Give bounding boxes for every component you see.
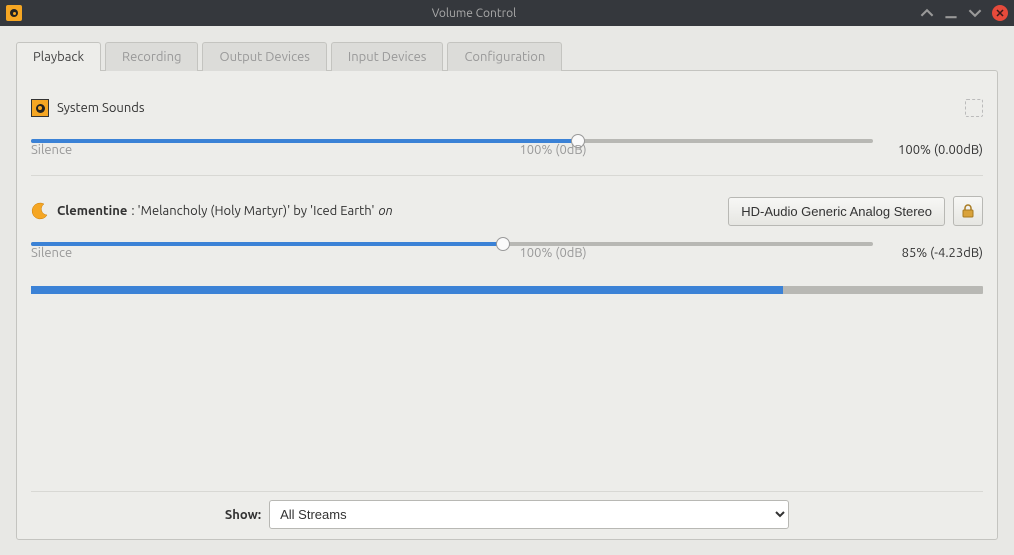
shade-icon[interactable] [920, 6, 934, 20]
center-label: 100% (0dB) [519, 143, 586, 157]
window-buttons [920, 5, 1008, 21]
titlebar: Volume Control [0, 0, 1014, 26]
track-text: : 'Melancholy (Holy Martyr)' by 'Iced Ea… [131, 204, 374, 218]
volume-readout: 85% (-4.23dB) [887, 246, 983, 260]
tab-recording[interactable]: Recording [105, 42, 198, 71]
volume-slider-row: Silence 100% (0dB) 100% (0.00dB) [31, 139, 983, 161]
tabs: Playback Recording Output Devices Input … [16, 42, 998, 71]
stream-system-sounds: System Sounds Silence 100% (0dB) 100% (0… [31, 87, 983, 176]
tab-playback[interactable]: Playback [16, 42, 101, 71]
speaker-icon [31, 99, 49, 117]
volume-readout: 100% (0.00dB) [887, 143, 983, 157]
maximize-icon[interactable] [968, 6, 982, 20]
show-filter-select[interactable]: All Streams [269, 500, 789, 529]
tab-output-devices[interactable]: Output Devices [202, 42, 326, 71]
app-name: Clementine [57, 204, 127, 218]
window-body: Playback Recording Output Devices Input … [0, 26, 1014, 548]
silence-label: Silence [31, 143, 72, 157]
output-device-button[interactable]: HD-Audio Generic Analog Stereo [728, 197, 945, 226]
tab-panel-playback: System Sounds Silence 100% (0dB) 100% (0… [16, 70, 998, 540]
show-label: Show: [225, 508, 261, 522]
stream-header: System Sounds [31, 93, 983, 123]
center-label: 100% (0dB) [519, 246, 586, 260]
window-title: Volume Control [28, 7, 920, 20]
silence-label: Silence [31, 246, 72, 260]
minimize-icon[interactable] [944, 6, 958, 20]
stream-header: Clementine : 'Melancholy (Holy Martyr)' … [31, 196, 983, 226]
clementine-icon [31, 202, 49, 220]
lock-icon[interactable] [953, 196, 983, 226]
stream-clementine: Clementine : 'Melancholy (Holy Martyr)' … [31, 190, 983, 308]
footer: Show: All Streams [31, 491, 983, 529]
tab-configuration[interactable]: Configuration [447, 42, 562, 71]
close-icon[interactable] [992, 5, 1008, 21]
volume-slider-row: Silence 100% (0dB) 85% (-4.23dB) [31, 242, 983, 264]
vu-meter [31, 286, 983, 294]
stream-name: System Sounds [57, 101, 145, 115]
app-icon [6, 5, 22, 21]
mute-button[interactable] [965, 99, 983, 117]
tab-input-devices[interactable]: Input Devices [331, 42, 444, 71]
on-text: on [378, 204, 392, 218]
